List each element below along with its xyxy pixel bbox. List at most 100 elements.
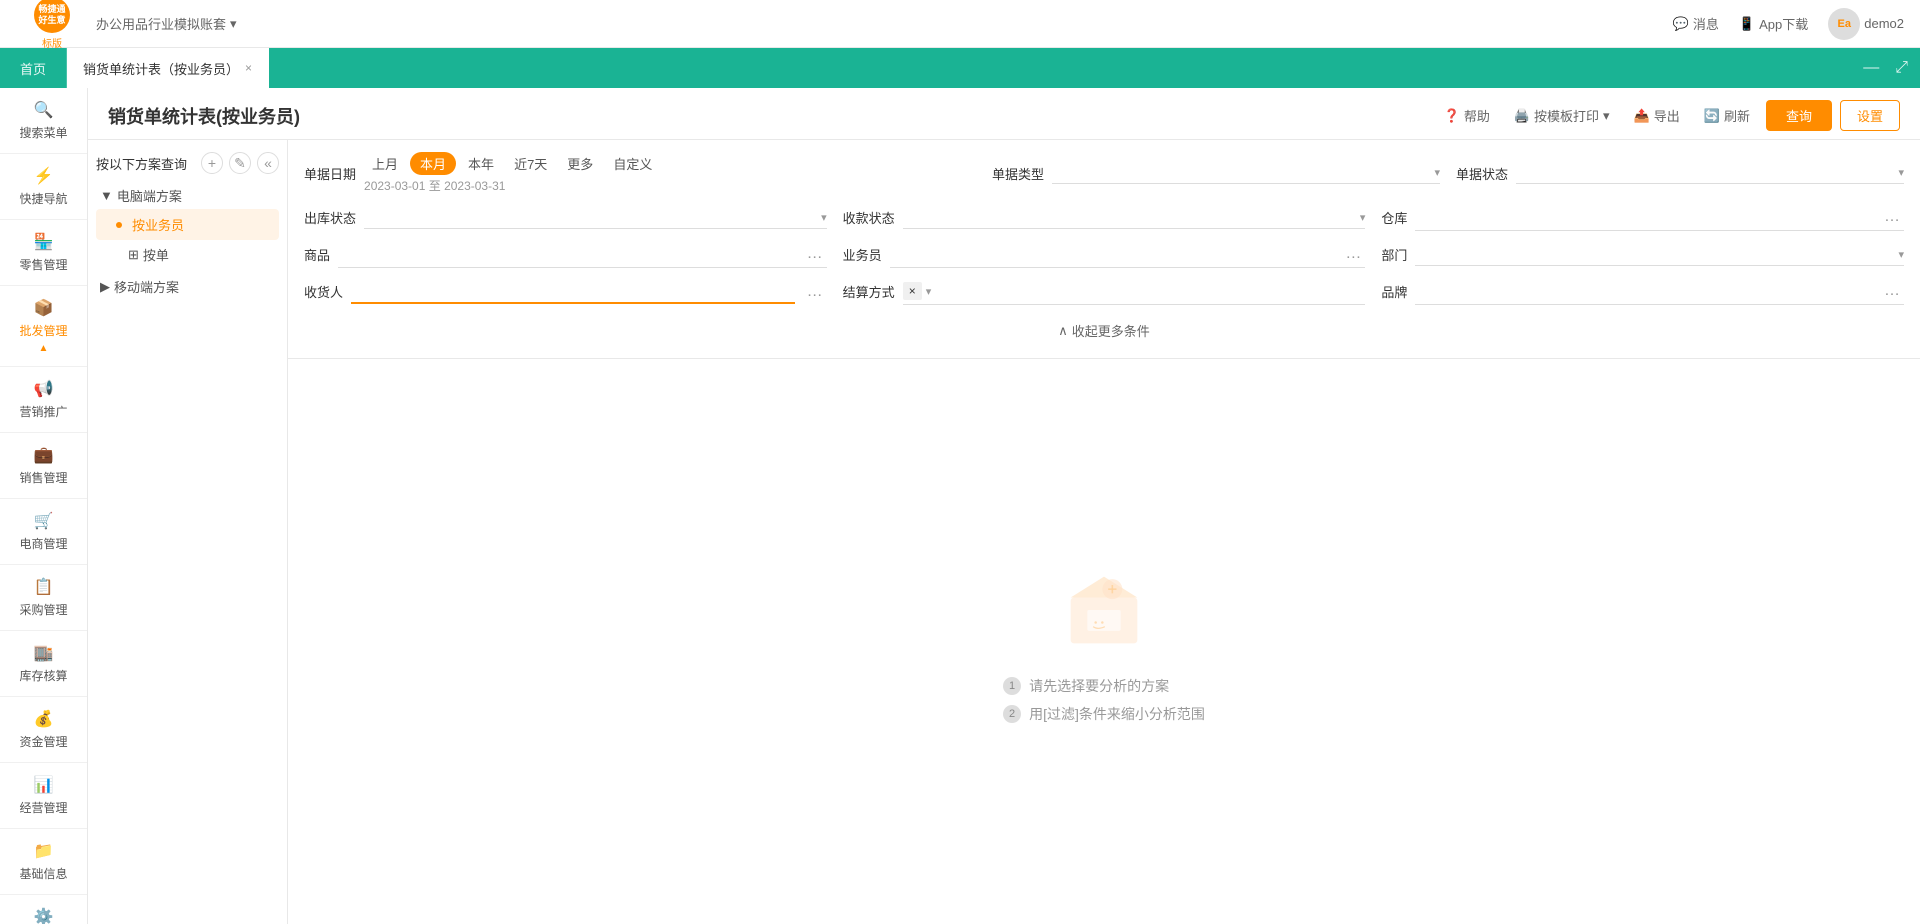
tab-minimize-button[interactable]: — [1859,55,1883,81]
template-print-button[interactable]: 🖨️ 按模板打印 ▾ [1506,102,1618,129]
message-label: 消息 [1693,14,1719,33]
payment-label: 收款状态 [843,208,895,227]
status-arrow-icon: ▾ [1898,166,1904,179]
date-7days-btn[interactable]: 近7天 [506,152,555,175]
retail-icon: 🏪 [34,232,54,252]
main-layout: 🔍 搜索菜单 ⚡ 快捷导航 🏪 零售管理 📦 批发管理 ▲ 📢 营销推广 💼 销… [0,88,1920,924]
sidebar-item-inventory[interactable]: 🏬 库存核算 [0,631,87,697]
date-last-month-btn[interactable]: 上月 [364,152,406,175]
tip-text-1: 请先选择要分析的方案 [1029,676,1169,696]
edit-icon: ✎ [234,155,246,172]
tree-by-salesperson[interactable]: 按业务员 [96,209,279,240]
sidebar-item-purchase[interactable]: 📋 采购管理 [0,565,87,631]
type-dropdown[interactable]: ▾ [1052,162,1440,184]
collapse-filter-button[interactable]: ∧ 收起更多条件 [304,315,1904,346]
sidebar-item-search[interactable]: 🔍 搜索菜单 [0,88,87,154]
payment-dropdown[interactable]: ▾ [903,207,1366,229]
app-label: App下载 [1759,14,1808,33]
filter-panel: 单据日期 上月 本月 本年 近7天 更多 自定义 20 [288,140,1920,359]
status-label: 单据状态 [1456,164,1508,183]
tab-close-icon[interactable]: × [245,61,252,75]
message-action[interactable]: 💬 消息 [1673,14,1719,33]
filter-status-field: 单据状态 ▾ [1456,162,1904,184]
query-button[interactable]: 查询 [1766,100,1832,131]
empty-tip-1: 1 请先选择要分析的方案 [1003,676,1205,696]
export-button[interactable]: 📤 导出 [1626,102,1688,129]
sidebar-item-marketing[interactable]: 📢 营销推广 [0,367,87,433]
tab-home[interactable]: 首页 [0,48,67,88]
tree-pc-schemes[interactable]: ▼ 电脑端方案 [96,182,279,209]
warehouse-ellipsis-icon[interactable]: … [1880,208,1904,226]
sidebar-ecommerce-label: 电商管理 [19,535,67,552]
salesperson-label: 业务员 [843,245,882,264]
template-print-icon: 🖨️ [1514,108,1530,124]
sidebar-item-retail[interactable]: 🏪 零售管理 [0,220,87,286]
sidebar-inventory-label: 库存核算 [19,667,67,684]
brand-dropdown[interactable]: … [1415,278,1904,305]
breadcrumb[interactable]: 办公用品行业模拟账套 ▾ [96,14,237,33]
template-print-label: 按模板打印 [1534,106,1599,125]
purchase-icon: 📋 [34,577,54,597]
sidebar-item-ecommerce[interactable]: 🛒 电商管理 [0,499,87,565]
user-info[interactable]: Ea demo2 [1828,8,1904,40]
sidebar-item-system[interactable]: ⚙️ 系统管理 [0,895,87,924]
sidebar-item-sales[interactable]: 💼 销售管理 [0,433,87,499]
status-dropdown[interactable]: ▾ [1516,162,1904,184]
brand-ellipsis-icon[interactable]: … [1880,282,1904,300]
sidebar-item-quicknav[interactable]: ⚡ 快捷导航 [0,154,87,220]
settings-button[interactable]: 设置 [1840,100,1900,131]
sidebar-basic-info-label: 基础信息 [19,865,67,882]
scheme-tree: ▼ 电脑端方案 按业务员 ⊞ 按单 ▶ 移动端方案 [96,182,279,300]
refresh-icon: 🔄 [1704,108,1720,124]
sidebar-operations-label: 经营管理 [19,799,67,816]
collapse-icon: « [264,155,272,171]
tip-text-2: 用[过滤]条件来缩小分析范围 [1029,704,1205,724]
date-this-year-btn[interactable]: 本年 [460,152,502,175]
operations-icon: 📊 [34,775,54,795]
payment-arrow-icon: ▾ [1360,211,1366,224]
help-button[interactable]: ❓ 帮助 [1436,102,1498,129]
filter-product-field: 商品 … [304,241,827,268]
warehouse-dropdown[interactable]: … [1415,204,1904,231]
app-download-action[interactable]: 📱 App下载 [1739,14,1808,33]
empty-tip-2: 2 用[过滤]条件来缩小分析范围 [1003,704,1205,724]
sidebar-search-label: 搜索菜单 [19,124,67,141]
tab-sales-stats[interactable]: 销货单统计表（按业务员） × [67,48,269,88]
system-icon: ⚙️ [34,907,54,924]
receiver-input[interactable] [351,279,795,304]
user-name: demo2 [1864,16,1904,31]
tree-mobile-label: 移动端方案 [114,277,179,296]
edit-scheme-button[interactable]: ✎ [229,152,251,174]
add-scheme-button[interactable]: + [201,152,223,174]
template-print-arrow-icon: ▾ [1603,108,1610,124]
outbound-dropdown[interactable]: ▾ [364,207,827,229]
tab-home-label: 首页 [20,59,46,78]
tab-maximize-button[interactable]: ⤢ [1891,55,1912,81]
tree-mobile-schemes[interactable]: ▶ 移动端方案 [96,273,279,300]
department-dropdown[interactable]: ▾ [1415,244,1904,266]
settlement-tag-remove[interactable]: × [909,284,916,298]
sidebar-purchase-label: 采购管理 [19,601,67,618]
settlement-label: 结算方式 [843,282,895,301]
salesperson-ellipsis-icon[interactable]: … [1341,245,1365,263]
salesperson-dropdown[interactable]: … [890,241,1366,268]
left-panel-title: 按以下方案查询 + ✎ « [96,152,279,174]
receiver-ellipsis-icon[interactable]: … [803,283,827,301]
date-selector-wrap: 上月 本月 本年 近7天 更多 自定义 2023-03-01 至 2023-03… [364,152,976,194]
settlement-dropdown[interactable]: × ▾ [903,278,1366,305]
product-dropdown[interactable]: … [338,241,827,268]
sidebar-item-finance[interactable]: 💰 资金管理 [0,697,87,763]
date-more-btn[interactable]: 更多 [559,152,601,175]
marketing-icon: 📢 [34,379,54,399]
sidebar-item-operations[interactable]: 📊 经营管理 [0,763,87,829]
tree-by-order[interactable]: ⊞ 按单 [96,240,279,269]
sidebar-item-wholesale[interactable]: 📦 批发管理 ▲ [0,286,87,367]
date-this-month-btn[interactable]: 本月 [410,152,456,175]
date-custom-btn[interactable]: 自定义 [605,152,660,175]
product-ellipsis-icon[interactable]: … [803,245,827,263]
collapse-panel-button[interactable]: « [257,152,279,174]
sidebar-quicknav-label: 快捷导航 [19,190,67,207]
refresh-button[interactable]: 🔄 刷新 [1696,102,1758,129]
ecommerce-icon: 🛒 [34,511,54,531]
sidebar-item-basic-info[interactable]: 📁 基础信息 [0,829,87,895]
